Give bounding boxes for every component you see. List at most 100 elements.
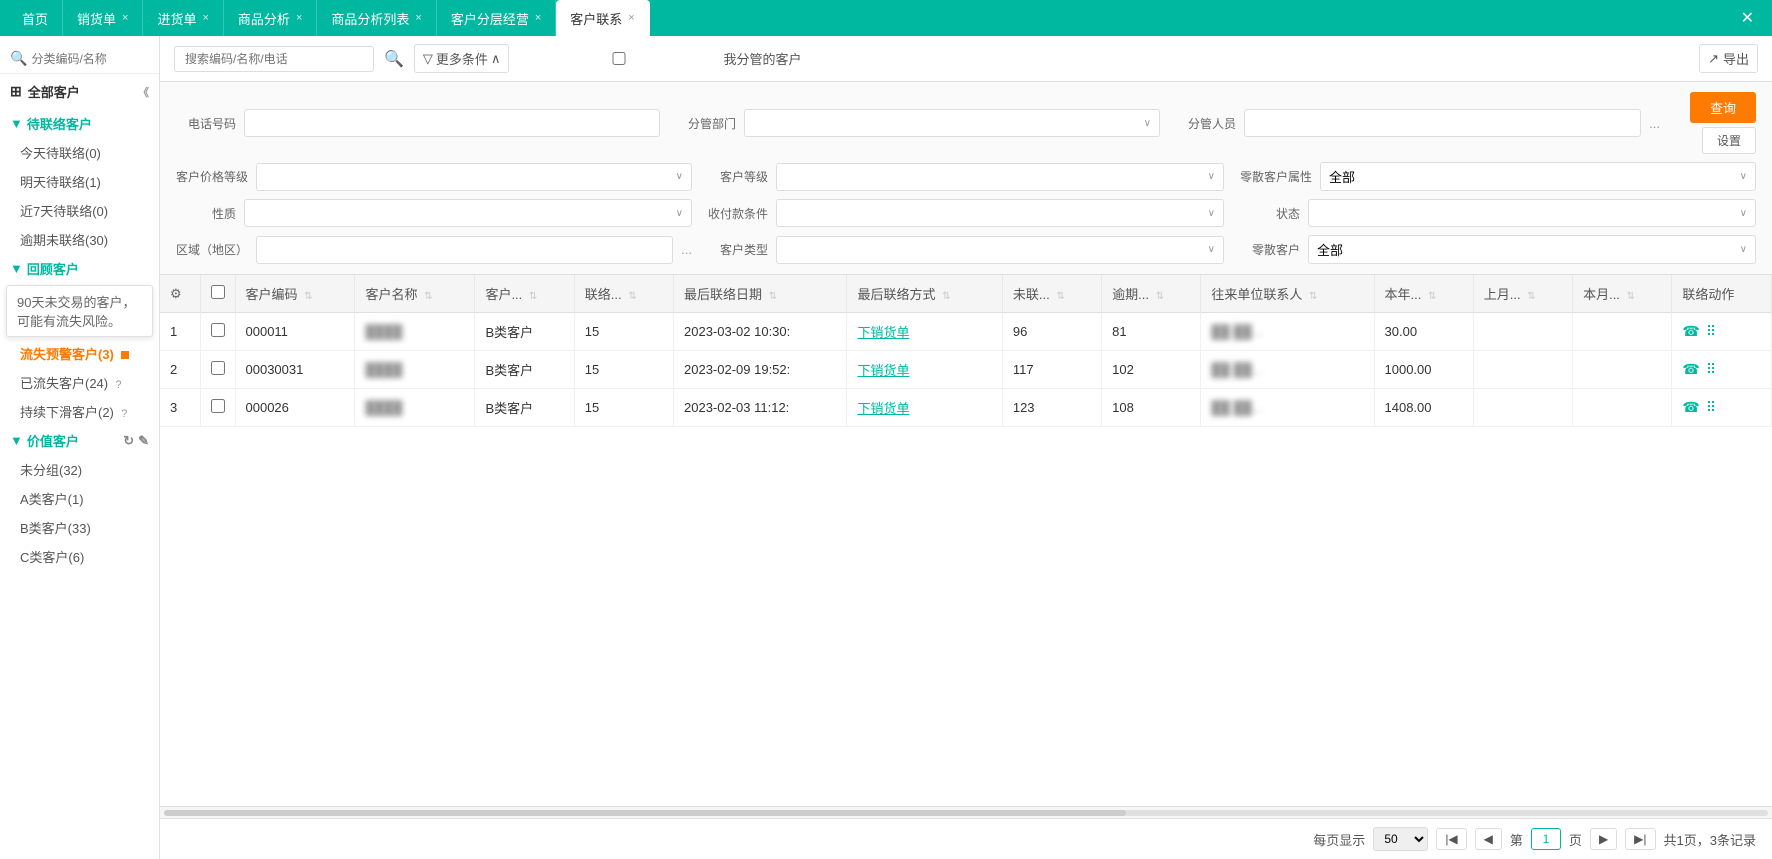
filter-area-dots[interactable]: ... (681, 242, 692, 257)
more-actions-icon[interactable]: ⠿ (1706, 361, 1716, 378)
sort-last-method-icon[interactable]: ⇅ (942, 291, 950, 302)
sidebar-item-class-b[interactable]: B类客户(33) (0, 513, 159, 542)
filter-row-2: 客户价格等级 ∨ 客户等级 ∨ 零散客户属性 全部 ∨ (176, 162, 1756, 191)
filter-manager-label: 分管人员 (1176, 115, 1236, 132)
sort-last-month-icon[interactable]: ⇅ (1527, 291, 1535, 302)
tab-purchase[interactable]: 进货单 × (143, 0, 223, 36)
filter-status-select[interactable]: ∨ (1308, 199, 1756, 227)
filter-manager-select[interactable] (1244, 109, 1641, 137)
edit-icon[interactable]: ✎ (138, 433, 149, 449)
sidebar-item-ungrouped[interactable]: 未分组(32) (0, 455, 159, 484)
tab-customer-layer[interactable]: 客户分层经营 × (437, 0, 556, 36)
filter-level-select[interactable]: ∨ (776, 163, 1224, 191)
sidebar-group-review[interactable]: ▼ 回顾客户 (0, 254, 159, 283)
my-customers-checkbox[interactable]: 我分管的客户 (519, 49, 801, 68)
contact-icon[interactable]: ☎ (1682, 361, 1699, 378)
sidebar-item-7days[interactable]: 近7天待联络(0) (0, 196, 159, 225)
last-method-link[interactable]: 下销货单 (857, 401, 909, 416)
contact-icon[interactable]: ☎ (1682, 323, 1699, 340)
grid-icon: ⊞ (10, 83, 22, 100)
sidebar-all-customers[interactable]: ⊞ 全部客户 《 (0, 74, 159, 109)
tab-product-analysis[interactable]: 商品分析 × (224, 0, 317, 36)
row-checkbox-0[interactable] (211, 323, 225, 337)
sidebar-collapse-icon[interactable]: 《 (138, 84, 149, 100)
tab-product-list-close[interactable]: × (415, 12, 421, 24)
tab-customer-contact-close[interactable]: × (628, 12, 634, 24)
my-customers-check[interactable] (519, 52, 719, 65)
scrollbar-thumb[interactable] (164, 810, 1126, 816)
export-button[interactable]: ↗ 导出 (1699, 44, 1758, 73)
sidebar-item-overdue-contact[interactable]: 逾期未联络(30) (0, 225, 159, 254)
horizontal-scrollbar[interactable] (160, 806, 1772, 818)
filter-level-label: 客户等级 (708, 168, 768, 185)
first-page-button[interactable]: |◀ (1436, 828, 1466, 850)
select-all-checkbox[interactable] (211, 285, 225, 299)
sidebar-item-tomorrow[interactable]: 明天待联络(1) (0, 167, 159, 196)
col-header-last-method: 最后联络方式 ⇅ (847, 275, 1002, 313)
sort-last-date-icon[interactable]: ⇅ (769, 291, 777, 302)
sort-contacts-icon[interactable]: ⇅ (1309, 291, 1317, 302)
tab-sales-close[interactable]: × (122, 12, 128, 24)
last-page-button[interactable]: ▶| (1625, 828, 1655, 850)
more-actions-icon[interactable]: ⠿ (1706, 323, 1716, 340)
tab-customer-contact[interactable]: 客户联系 × (556, 0, 649, 36)
sort-type-icon[interactable]: ⇅ (529, 291, 537, 302)
sidebar-item-class-a[interactable]: A类客户(1) (0, 484, 159, 513)
filter-phone-input[interactable] (244, 109, 660, 137)
sidebar-search-input[interactable] (31, 52, 160, 66)
filter-customer-type-select[interactable]: ∨ (776, 236, 1224, 264)
query-button[interactable]: 查询 (1690, 92, 1756, 123)
sort-code-icon[interactable]: ⇅ (304, 291, 312, 302)
col-header-type: 客户... ⇅ (475, 275, 574, 313)
sidebar-item-churn-warning[interactable]: 流失预警客户(3) (0, 339, 159, 368)
more-actions-icon[interactable]: ⠿ (1706, 399, 1716, 416)
filter-gender-select[interactable]: ∨ (244, 199, 692, 227)
window-close-button[interactable]: ✕ (1731, 8, 1764, 28)
tab-sales[interactable]: 销货单 × (63, 0, 143, 36)
sidebar-item-declining[interactable]: 持续下滑客户(2) ? (0, 397, 159, 426)
sort-overdue-icon[interactable]: ⇅ (1156, 291, 1164, 302)
table-row: 1 000011 ████ B类客户 15 2023-03-02 10:30: … (160, 313, 1772, 351)
sort-name-icon[interactable]: ⇅ (424, 291, 432, 302)
sort-not-contacted-icon[interactable]: ⇅ (1056, 291, 1064, 302)
row-checkbox-2[interactable] (211, 399, 225, 413)
settings-button[interactable]: 设置 (1702, 127, 1756, 154)
cell-this-month (1573, 351, 1672, 389)
filter-dept-select[interactable]: ∨ (744, 109, 1160, 137)
filter-price-level-select[interactable]: ∨ (256, 163, 692, 191)
next-page-button[interactable]: ▶ (1590, 828, 1617, 850)
chevron-status-icon: ∨ (1740, 208, 1747, 219)
sidebar-item-churned[interactable]: 已流失客户(24) ? (0, 368, 159, 397)
filter-zero-attr-select[interactable]: 全部 ∨ (1320, 162, 1756, 191)
tab-home[interactable]: 首页 (8, 0, 63, 36)
sidebar-item-class-c[interactable]: C类客户(6) (0, 542, 159, 571)
sort-this-year-icon[interactable]: ⇅ (1428, 291, 1436, 302)
filter-zero-customer-select[interactable]: 全部 ∨ (1308, 235, 1756, 264)
filter-phone: 电话号码 (176, 109, 660, 137)
last-method-link[interactable]: 下销货单 (857, 363, 909, 378)
tab-purchase-close[interactable]: × (202, 12, 208, 24)
per-page-select[interactable]: 50100200 (1373, 827, 1428, 851)
refresh-icon[interactable]: ↻ (123, 433, 134, 449)
sort-this-month-icon[interactable]: ⇅ (1627, 291, 1635, 302)
last-method-link[interactable]: 下销货单 (857, 325, 909, 340)
contact-icon[interactable]: ☎ (1682, 399, 1699, 416)
table-settings-icon[interactable]: ⚙ (170, 286, 182, 301)
sidebar-group-value[interactable]: ▼ 价值客户 ↻ ✎ (0, 426, 159, 455)
sidebar-group-pending[interactable]: ▼ 待联络客户 (0, 109, 159, 138)
row-checkbox-1[interactable] (211, 361, 225, 375)
filter-area-select[interactable] (256, 236, 673, 264)
search-button[interactable]: 🔍 (384, 49, 404, 69)
tab-customer-layer-close[interactable]: × (535, 12, 541, 24)
filter-manager-dots[interactable]: ... (1649, 116, 1660, 131)
col-overdue-label: 逾期... (1112, 287, 1149, 302)
prev-page-button[interactable]: ◀ (1475, 828, 1502, 850)
tab-product-list[interactable]: 商品分析列表 × (317, 0, 436, 36)
filter-zero-customer-value: 全部 (1317, 240, 1343, 259)
search-input[interactable] (174, 46, 374, 72)
filter-payment-select[interactable]: ∨ (776, 199, 1224, 227)
more-conditions-button[interactable]: ▽ 更多条件 ∧ (414, 44, 510, 73)
sort-contact-icon[interactable]: ⇅ (628, 291, 636, 302)
sidebar-item-today[interactable]: 今天待联络(0) (0, 138, 159, 167)
tab-product-analysis-close[interactable]: × (296, 12, 302, 24)
